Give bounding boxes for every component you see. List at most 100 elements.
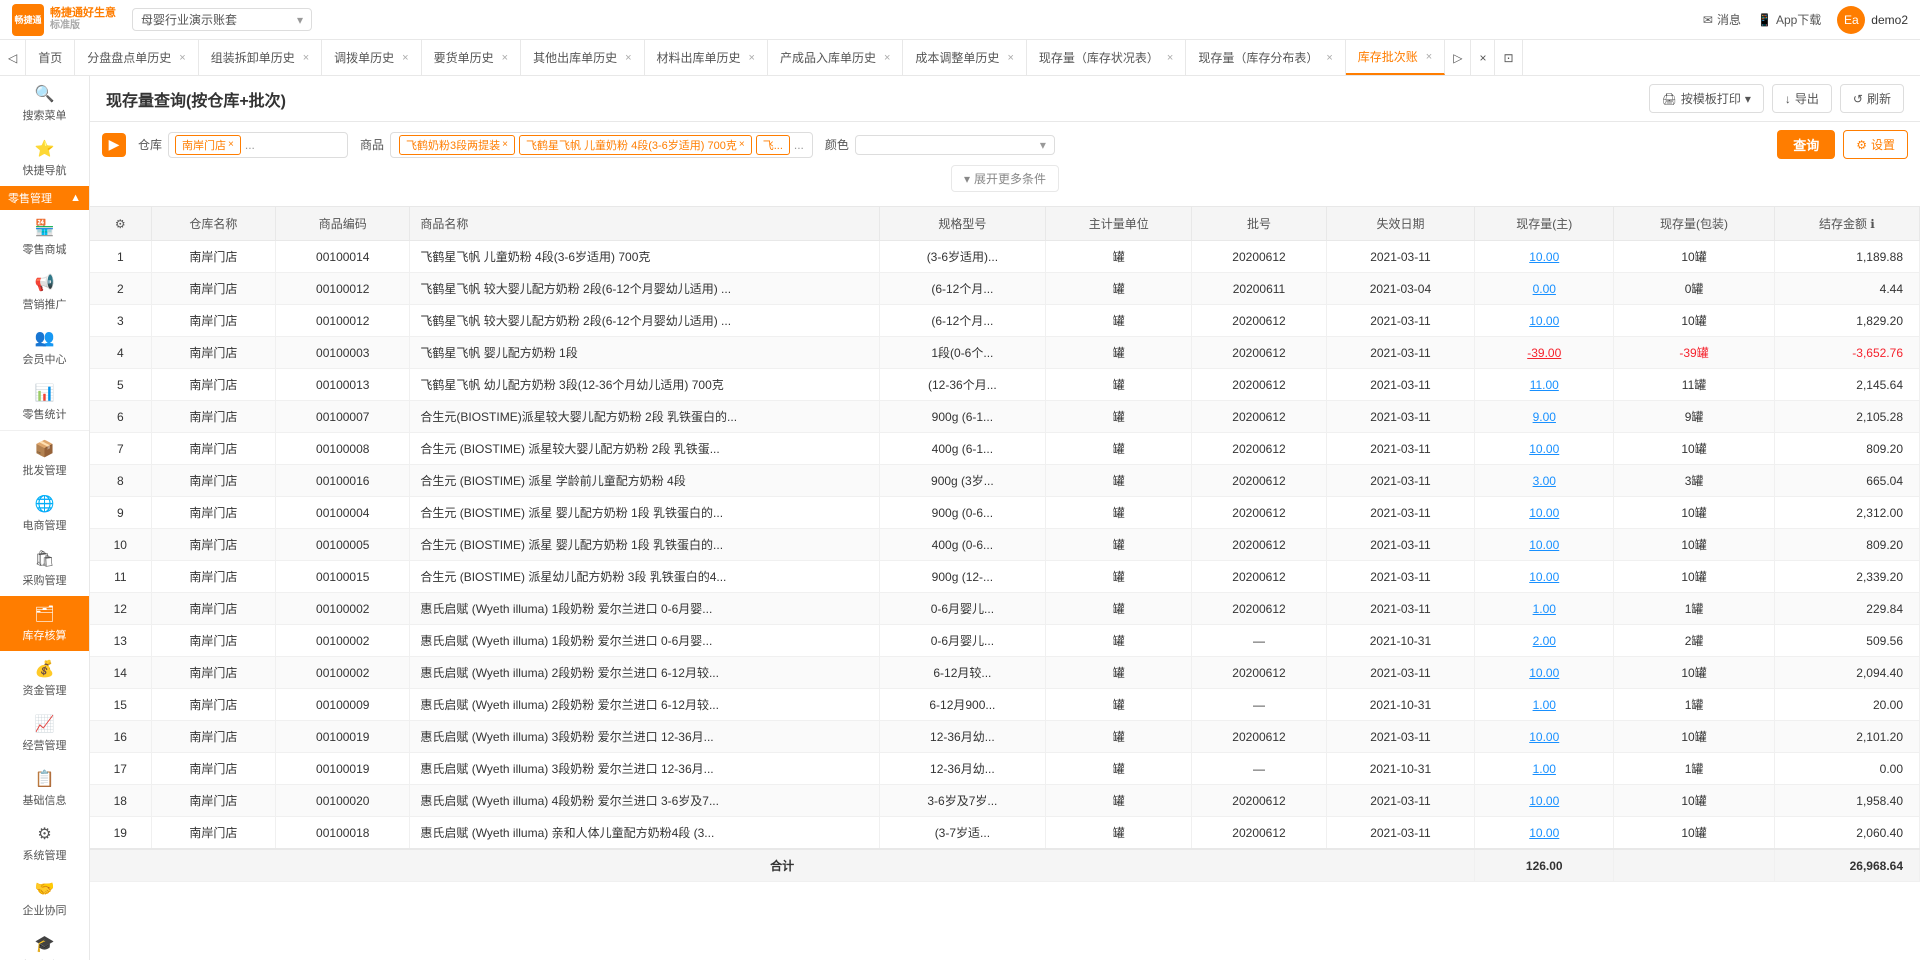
goods-tag-2[interactable]: 飞鹤星飞帆 儿童奶粉 4段(3-6岁适用) 700克 × [519,135,752,155]
goods-dots[interactable]: ... [794,138,804,152]
goods-tag-close[interactable]: × [502,139,508,150]
app-download-btn[interactable]: 📱 App下载 [1757,11,1821,28]
table-row: 11 南岸门店 00100015 合生元 (BIOSTIME) 派星幼儿配方奶粉… [90,561,1920,593]
enterprise-select[interactable]: 母婴行业演示账套 ▾ [132,8,312,31]
goods-tag-1[interactable]: 飞鹤奶粉3段两提装 × [399,135,515,155]
row-qty-main[interactable]: -39.00 [1475,337,1614,369]
row-qty-main[interactable]: 10.00 [1475,529,1614,561]
sidebar-search[interactable]: 🔍 搜索菜单 [0,76,89,131]
sidebar-item-system[interactable]: ⚙ 系统管理 [0,816,89,871]
tab-close-icon[interactable]: × [1167,52,1173,64]
row-qty-main[interactable]: 10.00 [1475,657,1614,689]
search-icon: 🔍 [35,84,55,104]
row-qty-main[interactable]: 3.00 [1475,465,1614,497]
tab-close-icon[interactable]: × [1426,51,1432,63]
row-qty-main[interactable]: 1.00 [1475,753,1614,785]
tab-1[interactable]: 分盘盘点单历史 × [75,40,198,75]
tab-4[interactable]: 要货单历史 × [422,40,521,75]
user-info[interactable]: Ea demo2 [1837,6,1908,34]
row-spec: 900g (3岁... [879,465,1046,497]
row-qty-main[interactable]: 0.00 [1475,273,1614,305]
tab-7[interactable]: 产成品入库单历史 × [768,40,903,75]
tab-close-icon[interactable]: × [502,52,508,64]
sidebar-item-operation[interactable]: 📈 经营管理 [0,706,89,761]
tab-close-icon[interactable]: × [625,52,631,64]
tab-close-icon[interactable]: × [402,52,408,64]
sidebar-item-stats[interactable]: 📊 零售统计 [0,375,89,430]
row-unit: 罐 [1046,561,1192,593]
row-qty-pack: 2罐 [1614,625,1775,657]
warehouse-filter-container[interactable]: 南岸门店 × ... [168,132,348,158]
sidebar-item-ecommerce[interactable]: 🌐 电商管理 [0,486,89,541]
row-expire: 2021-03-04 [1326,273,1475,305]
filter-arrow-btn[interactable]: ▶ [102,133,126,157]
query-btn[interactable]: 查询 [1777,130,1835,159]
row-qty-main[interactable]: 1.00 [1475,689,1614,721]
tab-5[interactable]: 其他出库单历史 × [521,40,644,75]
row-qty-main[interactable]: 10.00 [1475,305,1614,337]
tab-nav-right[interactable]: ▷ [1445,40,1471,75]
tab-maximize[interactable]: ⊡ [1495,40,1522,75]
row-qty-main[interactable]: 10.00 [1475,497,1614,529]
row-unit: 罐 [1046,337,1192,369]
sidebar-expand-btn[interactable]: ▲ [70,192,81,204]
tab-11-active[interactable]: 库存批次账 × [1346,40,1445,75]
goods-tag-3[interactable]: 飞... [756,135,790,155]
tab-close-icon[interactable]: × [884,52,890,64]
sidebar-item-purchase[interactable]: 🛍 采购管理 [0,541,89,596]
export-btn[interactable]: ↓ 导出 [1772,84,1832,113]
settings-btn[interactable]: ⚙ 设置 [1843,130,1908,159]
sidebar-item-guide[interactable]: 🎓 新手引导 [0,926,89,960]
row-qty-main[interactable]: 9.00 [1475,401,1614,433]
warehouse-tag[interactable]: 南岸门店 × [175,135,241,155]
row-qty-main[interactable]: 10.00 [1475,721,1614,753]
message-btn[interactable]: ✉ 消息 [1703,11,1741,28]
tab-close-icon[interactable]: × [749,52,755,64]
col-settings[interactable]: ⚙ [90,207,151,241]
sidebar-item-marketing[interactable]: 📢 营销推广 [0,265,89,320]
row-qty-main[interactable]: 10.00 [1475,561,1614,593]
sidebar-item-finance[interactable]: 💰 资金管理 [0,651,89,706]
row-expire: 2021-03-11 [1326,305,1475,337]
print-btn[interactable]: 🖨 按模板打印 ▾ [1649,84,1764,113]
tab-home[interactable]: 首页 [26,40,75,75]
row-name: 惠氏启赋 (Wyeth illuma) 4段奶粉 爱尔兰进口 3-6岁及7... [410,785,879,817]
tab-10[interactable]: 现存量（库存分布表） × [1186,40,1345,75]
row-warehouse: 南岸门店 [151,369,276,401]
tab-close-icon[interactable]: × [1326,52,1332,64]
color-dropdown-icon[interactable]: ▾ [1040,138,1046,152]
expand-more-btn[interactable]: ▾ 展开更多条件 [951,165,1059,192]
row-qty-main[interactable]: 2.00 [1475,625,1614,657]
sidebar-item-retail-mall[interactable]: 🏪 零售商城 [0,210,89,265]
tab-close-icon[interactable]: × [179,52,185,64]
tab-close-icon[interactable]: × [303,52,309,64]
sidebar-item-inventory[interactable]: 🗂 库存核算 [0,596,89,651]
tab-close-all[interactable]: × [1471,40,1495,75]
tab-9[interactable]: 现存量（库存状况表） × [1027,40,1186,75]
row-no: 15 [90,689,151,721]
sidebar-item-cooperation[interactable]: 🤝 企业协同 [0,871,89,926]
sidebar-shortcut[interactable]: ⭐ 快捷导航 [0,131,89,186]
tab-close-icon[interactable]: × [1007,52,1013,64]
tab-6[interactable]: 材料出库单历史 × [645,40,768,75]
row-qty-main[interactable]: 11.00 [1475,369,1614,401]
settings-icon: ⚙ [1856,138,1867,152]
sidebar-item-basic[interactable]: 📋 基础信息 [0,761,89,816]
tab-3[interactable]: 调拨单历史 × [322,40,421,75]
row-qty-main[interactable]: 10.00 [1475,241,1614,273]
goods-filter-container[interactable]: 飞鹤奶粉3段两提装 × 飞鹤星飞帆 儿童奶粉 4段(3-6岁适用) 700克 ×… [390,132,813,158]
row-qty-main[interactable]: 10.00 [1475,433,1614,465]
color-filter-container[interactable]: ▾ [855,135,1055,155]
tab-8[interactable]: 成本调整单历史 × [903,40,1026,75]
warehouse-tag-close[interactable]: × [228,139,234,150]
row-qty-main[interactable]: 1.00 [1475,593,1614,625]
tab-2[interactable]: 组装拆卸单历史 × [199,40,322,75]
tab-nav-left[interactable]: ◁ [0,40,26,75]
warehouse-dots[interactable]: ... [245,138,255,152]
sidebar-item-member[interactable]: 👥 会员中心 [0,320,89,375]
refresh-btn[interactable]: ↺ 刷新 [1840,84,1904,113]
row-qty-main[interactable]: 10.00 [1475,785,1614,817]
sidebar-item-wholesale[interactable]: 📦 批发管理 [0,430,89,486]
goods-tag-close[interactable]: × [739,139,745,150]
row-qty-main[interactable]: 10.00 [1475,817,1614,850]
